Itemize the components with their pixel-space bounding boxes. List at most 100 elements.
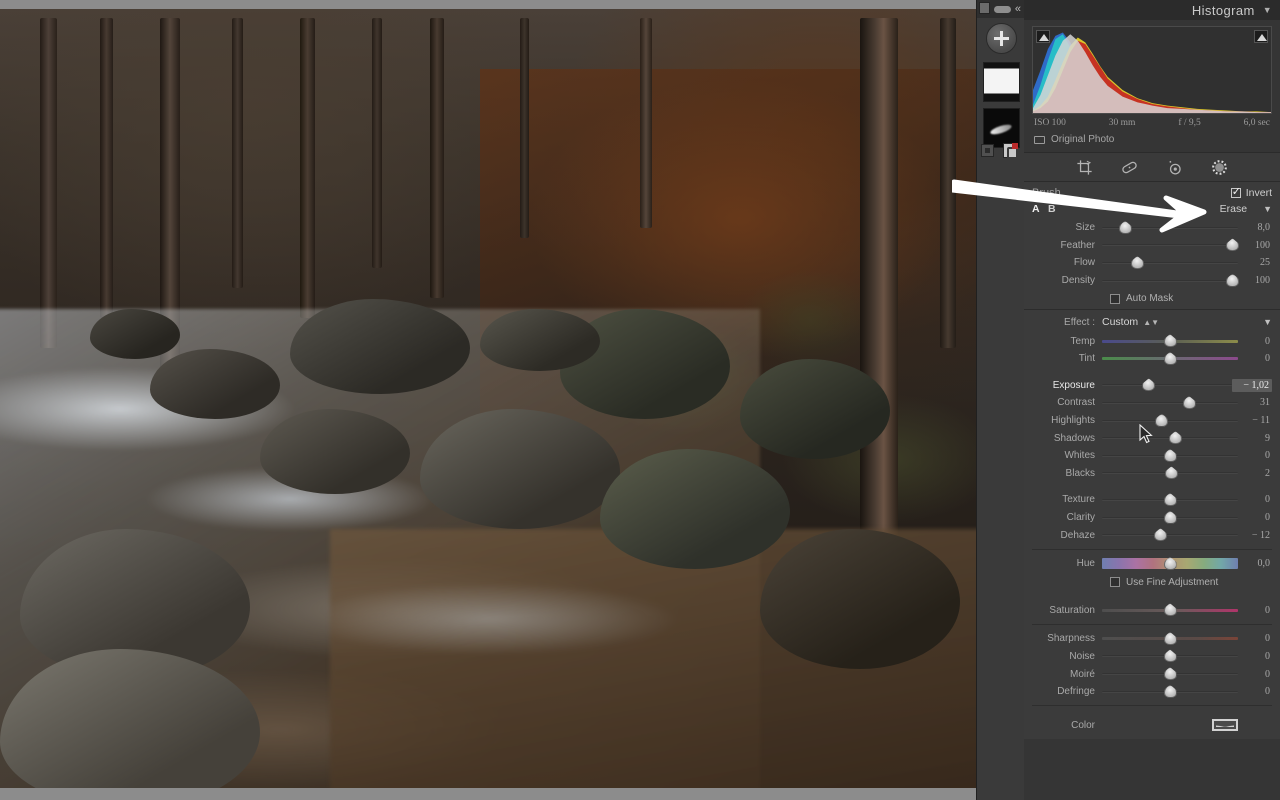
slider-handle[interactable] (1163, 510, 1177, 524)
slider-handle[interactable] (1153, 528, 1167, 542)
slider-value[interactable]: 31 (1238, 397, 1272, 408)
slider-handle[interactable] (1163, 603, 1177, 617)
eye-icon[interactable] (1165, 158, 1184, 177)
slider-row-dehaze[interactable]: Dehaze − 12 (1024, 526, 1280, 544)
slider-value[interactable]: − 12 (1238, 530, 1272, 541)
slider-handle[interactable] (1155, 413, 1169, 427)
slider-handle[interactable] (1182, 395, 1196, 409)
mask-strip-drag-handle[interactable] (993, 5, 1011, 13)
chevron-down-icon[interactable]: ▼ (1263, 204, 1272, 214)
slider-handle[interactable] (1130, 255, 1144, 269)
slider-track[interactable] (1102, 466, 1238, 480)
slider-row-exposure[interactable]: Exposure − 1,02 (1024, 377, 1280, 395)
slider-track[interactable] (1102, 528, 1238, 542)
slider-row-size[interactable]: Size 8,0 (1024, 219, 1280, 237)
slider-row-temp[interactable]: Temp 0 (1024, 332, 1280, 350)
effect-preset-row[interactable]: Effect : Custom ▲▼ ▼ (1024, 310, 1280, 332)
slider-handle[interactable] (1163, 492, 1177, 506)
mask-strip-toggle-icon[interactable] (979, 2, 990, 14)
slider-row-density[interactable]: Density 100 (1024, 272, 1280, 290)
slider-handle[interactable] (1226, 273, 1240, 287)
slider-track[interactable] (1102, 603, 1238, 617)
slider-handle[interactable] (1163, 667, 1177, 681)
slider-row-flow[interactable]: Flow 25 (1024, 254, 1280, 272)
use-fine-adjustment-toggle[interactable]: Use Fine Adjustment (1024, 573, 1280, 593)
slider-track[interactable] (1102, 667, 1238, 681)
slider-value[interactable]: 0 (1238, 450, 1272, 461)
slider-handle[interactable] (1163, 631, 1177, 645)
slider-value[interactable]: 0 (1238, 669, 1272, 680)
mask-thumbnail-brush[interactable] (983, 108, 1020, 148)
use-fine-adjustment-checkbox[interactable] (1110, 577, 1120, 587)
slider-row-whites[interactable]: Whites 0 (1024, 447, 1280, 465)
original-photo-toggle[interactable]: Original Photo (1024, 128, 1280, 152)
slider-track[interactable] (1102, 510, 1238, 525)
slider-track[interactable] (1102, 378, 1232, 392)
slider-row-moir-[interactable]: Moiré 0 (1024, 665, 1280, 683)
brush-mode-a[interactable]: A (1032, 203, 1048, 215)
add-mask-button[interactable] (986, 23, 1017, 54)
slider-value[interactable]: 0,0 (1238, 558, 1272, 569)
slider-value[interactable]: − 1,02 (1232, 378, 1272, 392)
mask-thumbnail-inverted[interactable] (983, 62, 1020, 102)
slider-value[interactable]: 2 (1238, 468, 1272, 479)
slider-track[interactable] (1102, 556, 1238, 571)
highlight-clipping-indicator[interactable] (1254, 30, 1268, 43)
slider-track[interactable] (1102, 431, 1238, 445)
slider-handle[interactable] (1163, 334, 1177, 348)
slider-track[interactable] (1102, 395, 1238, 410)
brush-mode-b[interactable]: B (1048, 203, 1064, 215)
slider-track[interactable] (1102, 273, 1240, 288)
bandaid-icon[interactable] (1120, 158, 1139, 177)
slider-value[interactable]: 0 (1238, 651, 1272, 662)
brush-mode-erase[interactable]: Erase (1220, 203, 1247, 215)
slider-row-texture[interactable]: Texture 0 (1024, 491, 1280, 509)
invert-checkbox[interactable] (1230, 186, 1241, 198)
slider-value[interactable]: 25 (1238, 257, 1272, 268)
slider-handle[interactable] (1164, 466, 1178, 480)
slider-handle[interactable] (1163, 649, 1177, 663)
slider-track[interactable] (1102, 351, 1238, 366)
mask-overlay-toggle-icon[interactable] (981, 144, 994, 157)
auto-mask-toggle[interactable]: Auto Mask (1024, 289, 1280, 309)
slider-value[interactable]: 100 (1238, 240, 1272, 251)
slider-row-contrast[interactable]: Contrast 31 (1024, 394, 1280, 412)
slider-value[interactable]: 100 (1238, 275, 1272, 286)
slider-track[interactable] (1102, 631, 1238, 646)
histogram-chart[interactable] (1032, 26, 1272, 114)
slider-track[interactable] (1102, 334, 1238, 348)
slider-row-blacks[interactable]: Blacks 2 (1024, 465, 1280, 483)
histogram-header[interactable]: Histogram ▼ (1024, 0, 1280, 20)
slider-track[interactable] (1102, 684, 1238, 699)
slider-handle[interactable] (1163, 448, 1177, 462)
slider-track[interactable] (1102, 255, 1238, 270)
dotted-circle-icon[interactable] (1210, 158, 1229, 177)
color-swatch[interactable] (1212, 719, 1238, 732)
slider-handle[interactable] (1118, 220, 1132, 234)
slider-value[interactable]: 8,0 (1238, 222, 1272, 233)
slider-value[interactable]: 0 (1238, 605, 1272, 616)
slider-track[interactable] (1102, 448, 1238, 463)
slider-handle[interactable] (1142, 378, 1156, 392)
slider-value[interactable]: 0 (1238, 686, 1272, 697)
slider-value[interactable]: 0 (1238, 336, 1272, 347)
chevron-down-icon[interactable]: ▼ (1263, 5, 1272, 15)
slider-value[interactable]: − 11 (1238, 415, 1272, 426)
slider-handle[interactable] (1226, 238, 1240, 252)
slider-value[interactable]: 0 (1238, 633, 1272, 644)
shadow-clipping-indicator[interactable] (1036, 30, 1050, 43)
photo-canvas[interactable] (0, 9, 1006, 788)
slider-value[interactable]: 0 (1238, 512, 1272, 523)
slider-handle[interactable] (1163, 351, 1177, 365)
double-chevron-left-icon[interactable]: « (1015, 3, 1021, 15)
slider-row-clarity[interactable]: Clarity 0 (1024, 509, 1280, 527)
slider-track[interactable] (1102, 492, 1238, 507)
mask-options-icon[interactable] (1003, 143, 1018, 159)
slider-value[interactable]: 9 (1238, 433, 1272, 444)
auto-mask-checkbox[interactable] (1110, 293, 1120, 304)
slider-value[interactable]: 0 (1238, 494, 1272, 505)
slider-row-tint[interactable]: Tint 0 (1024, 350, 1280, 368)
chevron-down-icon[interactable]: ▼ (1263, 317, 1272, 327)
crop-icon[interactable] (1075, 158, 1094, 177)
effect-preset-value[interactable]: Custom (1102, 316, 1138, 328)
